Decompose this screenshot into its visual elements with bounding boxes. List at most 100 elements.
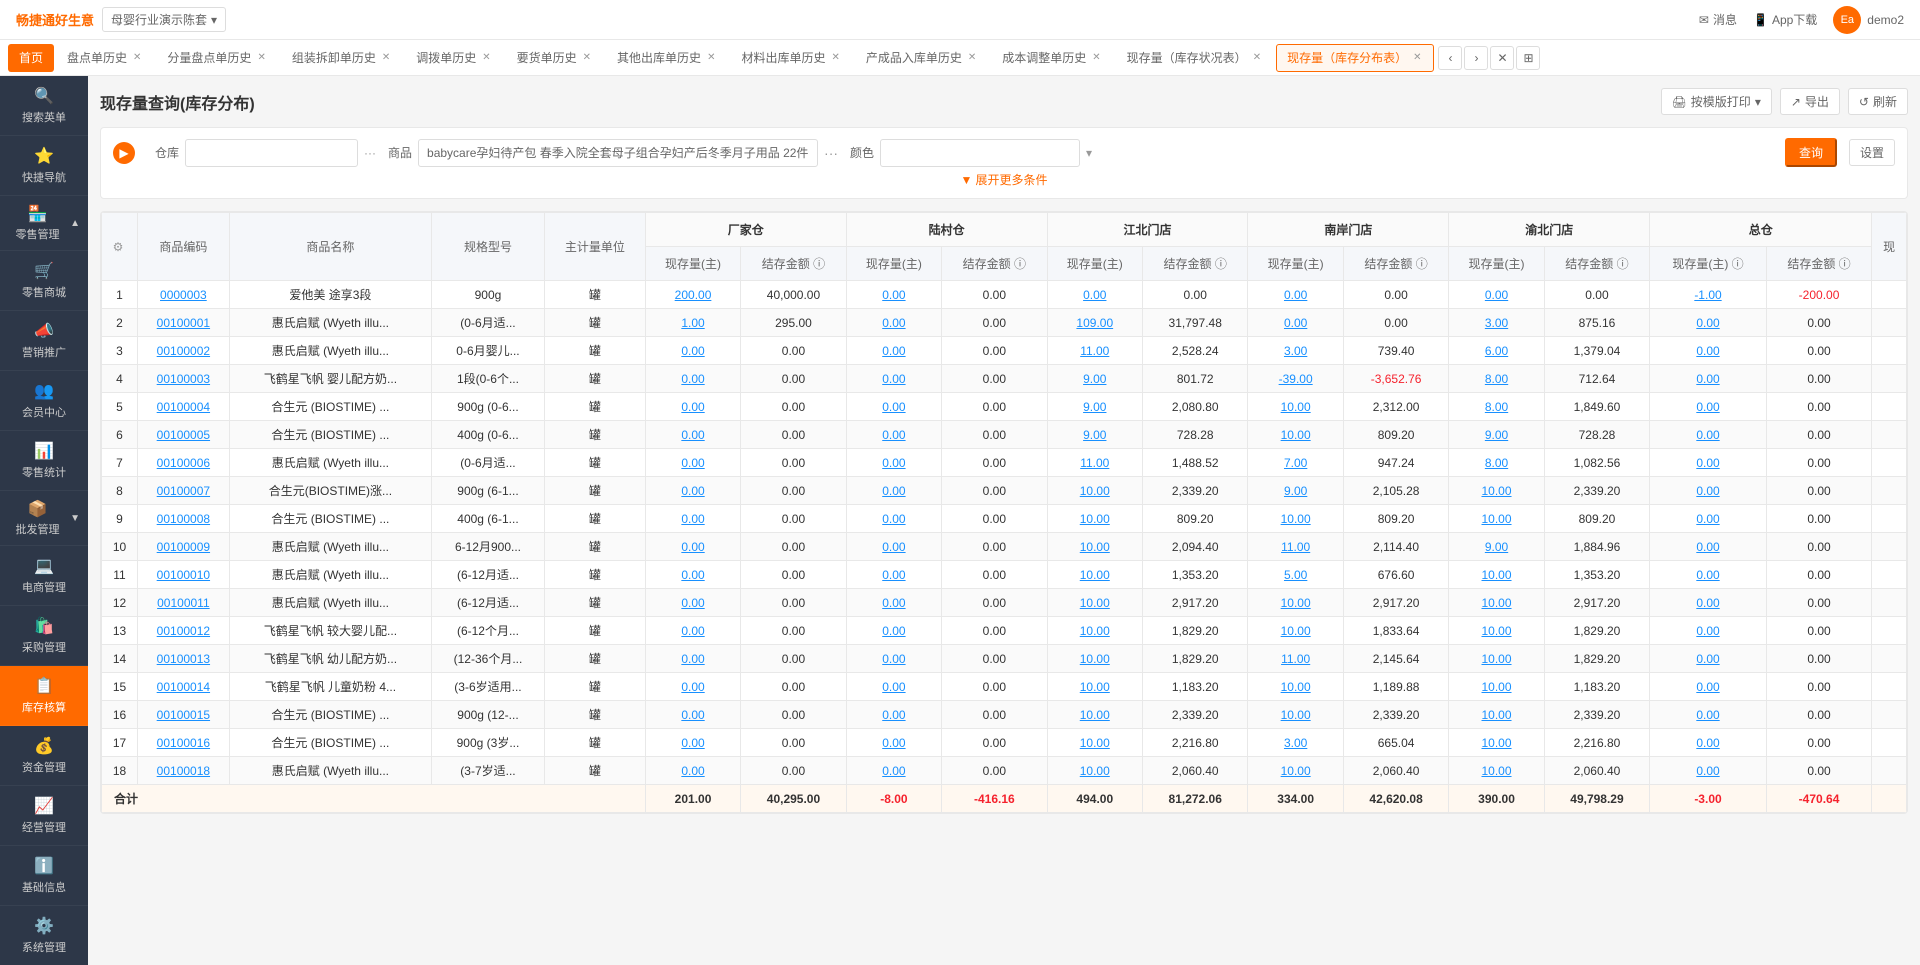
close-icon[interactable]: ✕ (255, 51, 267, 64)
row-total-qty: 0.00 (1650, 589, 1767, 617)
product-search-icon[interactable]: ··· (824, 145, 838, 161)
store-selector[interactable]: 母婴行业演示陈套 ▾ (102, 7, 226, 32)
warehouse-input[interactable] (185, 139, 358, 167)
row-yb-amt: 2,917.20 (1544, 589, 1650, 617)
row-lc-amt: 0.00 (942, 757, 1048, 785)
summary-total-qty: -3.00 (1650, 785, 1767, 813)
row-total-amt: 0.00 (1766, 589, 1872, 617)
tab-stock-dist[interactable]: 现存量（库存分布表） ✕ (1276, 44, 1434, 72)
filter-toggle-btn[interactable]: ▶ (113, 142, 135, 164)
row-code: 00100001 (138, 309, 230, 337)
color-input[interactable] (880, 139, 1080, 167)
sidebar-item-retail-stats[interactable]: 📊 零售统计 (0, 431, 88, 491)
product-input[interactable] (418, 139, 818, 167)
row-lc-qty: 0.00 (846, 757, 941, 785)
sidebar-item-retail-mgmt[interactable]: 🏪 零售管理 ▲ (0, 196, 88, 251)
row-yb-amt: 875.16 (1544, 309, 1650, 337)
close-icon[interactable]: ✕ (380, 51, 392, 64)
tab-inventory-count[interactable]: 盘点单历史 ✕ (56, 44, 154, 72)
row-total-qty: 0.00 (1650, 673, 1767, 701)
close-icon[interactable]: ✕ (829, 51, 841, 64)
settings-btn[interactable]: 设置 (1849, 139, 1895, 166)
tab-material-outbound[interactable]: 材料出库单历史 ✕ (730, 44, 852, 72)
close-icon[interactable]: ✕ (1251, 51, 1263, 64)
sidebar-item-purchase[interactable]: 🛍️ 采购管理 (0, 606, 88, 666)
tab-partial-count[interactable]: 分量盘点单历史 ✕ (156, 44, 278, 72)
row-unit: 罐 (544, 617, 645, 645)
tab-cost-adjust[interactable]: 成本调整单历史 ✕ (991, 44, 1113, 72)
tab-stock-status[interactable]: 现存量（库存状况表） ✕ (1116, 44, 1274, 72)
sidebar-item-ecommerce[interactable]: 💻 电商管理 (0, 546, 88, 606)
row-yb-qty: 10.00 (1449, 561, 1544, 589)
close-icon[interactable]: ✕ (131, 51, 143, 64)
row-na-amt: -3,652.76 (1343, 365, 1449, 393)
close-icon[interactable]: ✕ (1090, 51, 1102, 64)
color-dropdown-icon[interactable]: ▾ (1086, 146, 1092, 160)
sidebar-item-system[interactable]: ⚙️ 系统管理 (0, 906, 88, 965)
close-icon[interactable]: ✕ (1411, 51, 1423, 64)
sidebar-item-wholesale[interactable]: 📦 批发管理 ▼ (0, 491, 88, 546)
col-cf-amt: 结存金额 ⓘ (741, 247, 847, 281)
close-icon[interactable]: ✕ (480, 51, 492, 64)
tab-transfer[interactable]: 调拨单历史 ✕ (405, 44, 503, 72)
tab-prev-btn[interactable]: ‹ (1438, 46, 1462, 70)
row-na-qty: 10.00 (1248, 393, 1343, 421)
close-icon[interactable]: ✕ (705, 51, 717, 64)
sidebar-item-label: 搜索英单 (22, 109, 66, 125)
sidebar-item-nav[interactable]: ⭐ 快捷导航 (0, 136, 88, 196)
table-settings-icon[interactable]: ⚙ (108, 237, 128, 257)
row-total-qty: 0.00 (1650, 729, 1767, 757)
tab-product-inbound[interactable]: 产成品入库单历史 ✕ (855, 44, 989, 72)
close-icon[interactable]: ✕ (581, 51, 593, 64)
row-total-amt: 0.00 (1766, 561, 1872, 589)
sidebar-item-marketing[interactable]: 📣 营销推广 (0, 311, 88, 371)
tab-close-all-btn[interactable]: ✕ (1490, 46, 1514, 70)
export-btn[interactable]: ↗ 导出 (1780, 88, 1840, 115)
refresh-btn[interactable]: ↺ 刷新 (1848, 88, 1908, 115)
search-btn[interactable]: 查询 (1785, 138, 1837, 167)
tab-other-outbound[interactable]: 其他出库单历史 ✕ (606, 44, 728, 72)
summary-cf-qty: 201.00 (645, 785, 740, 813)
summary-jb-amt: 81,272.06 (1142, 785, 1248, 813)
expand-conditions-btn[interactable]: ▼ 展开更多条件 (961, 171, 1048, 188)
row-jb-amt: 1,353.20 (1142, 561, 1248, 589)
app-download-btn[interactable]: 📱 App下载 (1753, 11, 1817, 28)
row-yb-qty: 0.00 (1449, 281, 1544, 309)
sidebar-item-inventory[interactable]: 📋 库存核算 (0, 666, 88, 726)
print-btn[interactable]: 🖨 按模版打印 ▾ (1661, 88, 1772, 115)
row-unit: 罐 (544, 701, 645, 729)
close-icon[interactable]: ✕ (966, 51, 978, 64)
sidebar-item-search[interactable]: 🔍 搜索英单 (0, 76, 88, 136)
row-code: 00100010 (138, 561, 230, 589)
sidebar-item-finance[interactable]: 💰 资金管理 (0, 726, 88, 786)
col-yb-amt: 结存金额 ⓘ (1544, 247, 1650, 281)
row-code: 00100004 (138, 393, 230, 421)
tab-next-btn[interactable]: › (1464, 46, 1488, 70)
ellipsis-icon[interactable]: ··· (364, 146, 376, 160)
chevron-down-icon: ▼ (70, 513, 80, 524)
row-na-amt: 2,060.40 (1343, 757, 1449, 785)
row-cf-qty: 0.00 (645, 449, 740, 477)
sidebar-item-operation[interactable]: 📈 经营管理 (0, 786, 88, 846)
row-unit: 罐 (544, 477, 645, 505)
row-na-qty: 10.00 (1248, 757, 1343, 785)
tab-assembly[interactable]: 组装拆卸单历史 ✕ (281, 44, 403, 72)
sidebar-item-retail-shop[interactable]: 🛒 零售商城 (0, 251, 88, 311)
row-jb-amt: 2,339.20 (1142, 477, 1248, 505)
sidebar-item-basic-info[interactable]: ℹ️ 基础信息 (0, 846, 88, 906)
table-row: 15 00100014 飞鹤星飞帆 儿童奶粉 4... (3-6岁适用... 罐… (102, 673, 1907, 701)
tab-requisition[interactable]: 要货单历史 ✕ (506, 44, 604, 72)
table-row: 3 00100002 惠氏启赋 (Wyeth illu... 0-6月婴儿...… (102, 337, 1907, 365)
row-name: 惠氏启赋 (Wyeth illu... (229, 589, 431, 617)
row-cf-amt: 40,000.00 (741, 281, 847, 309)
row-jb-amt: 1,829.20 (1142, 645, 1248, 673)
sidebar-item-label: 零售管理 (16, 226, 60, 242)
tab-home[interactable]: 首页 (8, 44, 54, 72)
message-btn[interactable]: ✉ 消息 (1699, 11, 1737, 28)
print-icon: 🖨 (1672, 95, 1687, 109)
topbar: 畅捷通好生意 母婴行业演示陈套 ▾ ✉ 消息 📱 App下载 Ea demo2 (0, 0, 1920, 40)
tab-expand-btn[interactable]: ⊞ (1516, 46, 1540, 70)
row-current (1872, 505, 1907, 533)
sidebar-item-member[interactable]: 👥 会员中心 (0, 371, 88, 431)
user-info[interactable]: Ea demo2 (1833, 6, 1904, 34)
